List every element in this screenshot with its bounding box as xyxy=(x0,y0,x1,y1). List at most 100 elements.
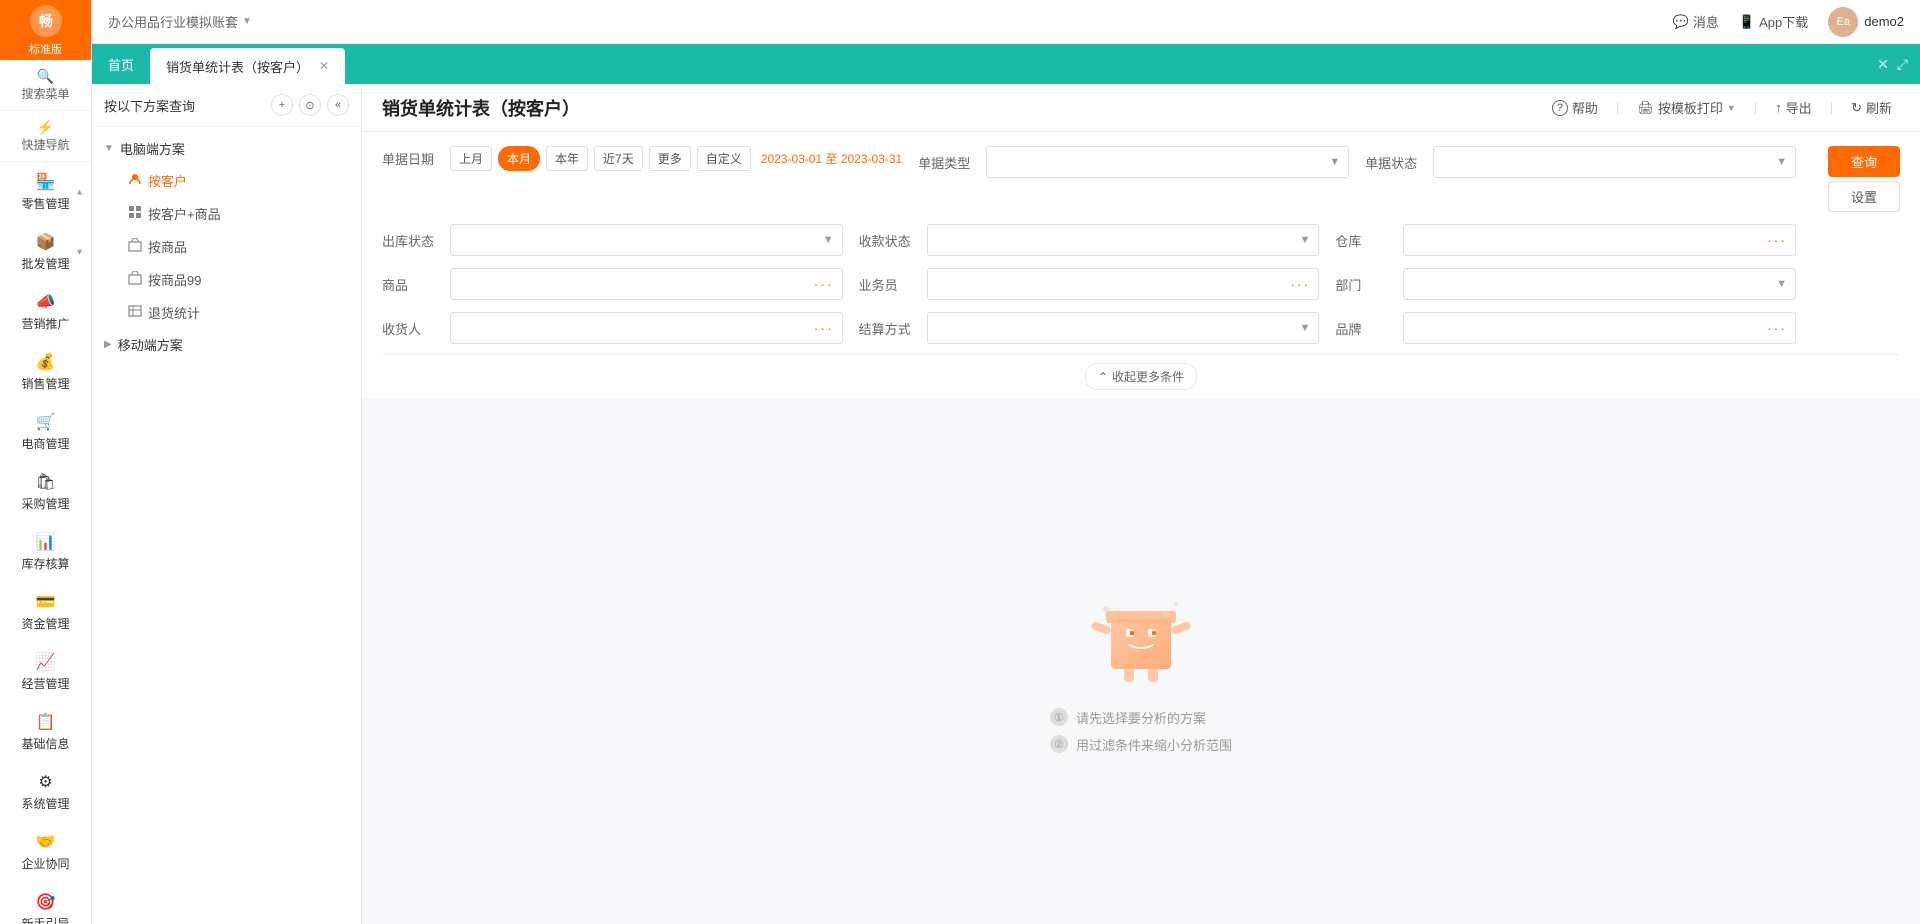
export-button[interactable]: ↑ 导出 xyxy=(1767,94,1820,121)
app-download-button[interactable]: 📱 App下载 xyxy=(1739,12,1808,31)
goods-label: 商品 xyxy=(382,275,442,294)
sidebar-item-operations[interactable]: 📈 经营管理 xyxy=(0,642,92,702)
tab-close-icon[interactable]: ✕ xyxy=(319,59,329,73)
collapse-panel-button[interactable]: « xyxy=(327,94,349,116)
payment-status-arrow-icon: ▼ xyxy=(1299,234,1310,246)
help-icon: ? xyxy=(1552,100,1568,116)
user-profile[interactable]: Ea demo2 xyxy=(1828,7,1904,37)
pc-group-header[interactable]: ▼ 电脑端方案 xyxy=(92,133,361,164)
customer-goods-icon xyxy=(128,205,142,222)
sales-icon: 💰 xyxy=(36,352,56,372)
sidebar-item-newuser[interactable]: 🎯 新手引导 xyxy=(0,882,92,924)
maximize-window-icon[interactable]: ⤢ xyxy=(1897,56,1908,73)
avatar: Ea xyxy=(1828,7,1858,37)
scheme-item-by-goods[interactable]: 按商品 xyxy=(92,230,361,263)
purchase-icon: 🛍 xyxy=(35,472,55,492)
sidebar-item-system[interactable]: ⚙ 系统管理 xyxy=(0,762,92,822)
scheme-item-customer-goods[interactable]: 按客户+商品 xyxy=(92,197,361,230)
refresh-icon: ↻ xyxy=(1851,100,1862,116)
goods-icon xyxy=(128,238,142,255)
scheme-panel-title: 按以下方案查询 xyxy=(104,96,195,115)
marketing-icon: 📣 xyxy=(36,292,56,312)
settings-button[interactable]: 设置 xyxy=(1828,181,1900,212)
sidebar-item-marketing[interactable]: 📣 营销推广 xyxy=(0,282,92,342)
chevron-up-icon: ⌃ xyxy=(1098,370,1108,384)
page-header: 销货单统计表（按客户） ? 帮助 | 🖨 按模板打印 ▼ | ↑ xyxy=(362,84,1920,132)
goods-select[interactable]: ··· xyxy=(450,268,843,300)
department-arrow-icon: ▼ xyxy=(1776,278,1787,290)
industry-selector[interactable]: 办公用品行业模拟账套 ▼ xyxy=(108,12,252,31)
template-print-button[interactable]: 🖨 按模板打印 ▼ xyxy=(1629,94,1743,121)
message-button[interactable]: 💬 消息 xyxy=(1673,12,1719,31)
payment-status-label: 收款状态 xyxy=(859,231,919,250)
sidebar: 畅 标准版 🔍 搜索菜单 ⚡ 快捷导航 🏪 零售管理 📦 批发管理 📣 营销推广… xyxy=(0,0,92,924)
tab-home[interactable]: 首页 xyxy=(92,44,150,84)
divider3: | xyxy=(1830,100,1833,115)
sidebar-item-basic[interactable]: 📋 基础信息 xyxy=(0,702,92,762)
basic-icon: 📋 xyxy=(36,712,56,732)
add-scheme-button[interactable]: + xyxy=(271,94,293,116)
this-month-btn[interactable]: 本月 xyxy=(498,146,540,171)
page-actions: ? 帮助 | 🖨 按模板打印 ▼ | ↑ 导出 | xyxy=(1544,94,1900,121)
sidebar-item-wholesale[interactable]: 📦 批发管理 xyxy=(0,222,92,282)
scheme-item-by-goods99[interactable]: 按商品99 xyxy=(92,263,361,296)
refresh-button[interactable]: ↻ 刷新 xyxy=(1843,94,1900,121)
doc-status-select[interactable]: ▼ xyxy=(1433,146,1796,178)
collapse-more-button[interactable]: ⌃ 收起更多条件 xyxy=(1085,363,1197,390)
page-title: 销货单统计表（按客户） xyxy=(382,95,580,121)
query-button[interactable]: 查询 xyxy=(1828,146,1900,177)
mobile-group-header[interactable]: ▶ 移动端方案 xyxy=(92,329,361,360)
sidebar-item-inventory[interactable]: 📊 库存核算 xyxy=(0,522,92,582)
settlement-label: 结算方式 xyxy=(859,319,919,338)
receiver-label: 收货人 xyxy=(382,319,442,338)
settlement-select[interactable]: ▼ xyxy=(927,312,1320,344)
search-menu-button[interactable]: 🔍 搜索菜单 xyxy=(0,60,92,111)
tip-num-1: ① xyxy=(1050,708,1068,726)
scheme-item-by-customer[interactable]: 按客户 xyxy=(92,164,361,197)
inventory-icon: 📊 xyxy=(36,532,56,552)
payment-status-select[interactable]: ▼ xyxy=(927,224,1320,256)
return-stat-icon xyxy=(128,304,142,321)
more-date-btn[interactable]: 更多 xyxy=(649,146,691,171)
header-left: 办公用品行业模拟账套 ▼ xyxy=(108,12,252,31)
brand-select[interactable]: ··· xyxy=(1403,312,1796,344)
enterprise-icon: 🤝 xyxy=(36,832,56,852)
left-panel-header: 按以下方案查询 + ⊙ « xyxy=(92,84,361,127)
tab-sales-stat[interactable]: 销货单统计表（按客户） ✕ xyxy=(150,48,345,84)
help-button[interactable]: ? 帮助 xyxy=(1544,94,1606,121)
content-area: 按以下方案查询 + ⊙ « ▼ 电脑端方案 xyxy=(92,84,1920,924)
settlement-arrow-icon: ▼ xyxy=(1299,322,1310,334)
scheme-item-return-stat[interactable]: 退货统计 xyxy=(92,296,361,329)
sidebar-item-enterprise[interactable]: 🤝 企业协同 xyxy=(0,822,92,882)
download-icon: 📱 xyxy=(1739,14,1755,30)
sidebar-item-retail[interactable]: 🏪 零售管理 xyxy=(0,162,92,222)
right-panel: 销货单统计表（按客户） ? 帮助 | 🖨 按模板打印 ▼ | ↑ xyxy=(362,84,1920,924)
divider2: | xyxy=(1754,100,1757,115)
collapse-bar: ⌃ 收起更多条件 xyxy=(382,354,1900,398)
salesperson-dots-icon: ··· xyxy=(1290,276,1310,292)
close-window-icon[interactable]: ✕ xyxy=(1877,56,1889,73)
sidebar-item-ecommerce[interactable]: 🛒 电商管理 xyxy=(0,402,92,462)
doc-type-arrow-icon: ▼ xyxy=(1329,156,1340,168)
last7days-btn[interactable]: 近7天 xyxy=(594,146,643,171)
newuser-icon: 🎯 xyxy=(36,892,56,912)
last-month-btn[interactable]: 上月 xyxy=(450,146,492,171)
goods-dots-icon: ··· xyxy=(814,276,834,292)
salesperson-select[interactable]: ··· xyxy=(927,268,1320,300)
customer-scheme-icon xyxy=(128,172,142,189)
sidebar-item-purchase[interactable]: 🛍 采购管理 xyxy=(0,462,92,522)
empty-illustration xyxy=(1081,569,1201,692)
receiver-dots-icon: ··· xyxy=(814,320,834,336)
sidebar-item-finance[interactable]: 💳 资金管理 xyxy=(0,582,92,642)
warehouse-select[interactable]: ··· xyxy=(1403,224,1796,256)
department-select[interactable]: ▼ xyxy=(1403,268,1796,300)
out-status-select[interactable]: ▼ xyxy=(450,224,843,256)
custom-date-btn[interactable]: 自定义 xyxy=(697,146,751,171)
this-year-btn[interactable]: 本年 xyxy=(546,146,588,171)
receiver-select[interactable]: ··· xyxy=(450,312,843,344)
sidebar-item-sales[interactable]: 💰 销售管理 xyxy=(0,342,92,402)
edit-scheme-button[interactable]: ⊙ xyxy=(299,94,321,116)
doc-type-select[interactable]: ▼ xyxy=(986,146,1349,178)
system-icon: ⚙ xyxy=(38,772,52,792)
quick-nav-button[interactable]: ⚡ 快捷导航 xyxy=(0,111,92,162)
